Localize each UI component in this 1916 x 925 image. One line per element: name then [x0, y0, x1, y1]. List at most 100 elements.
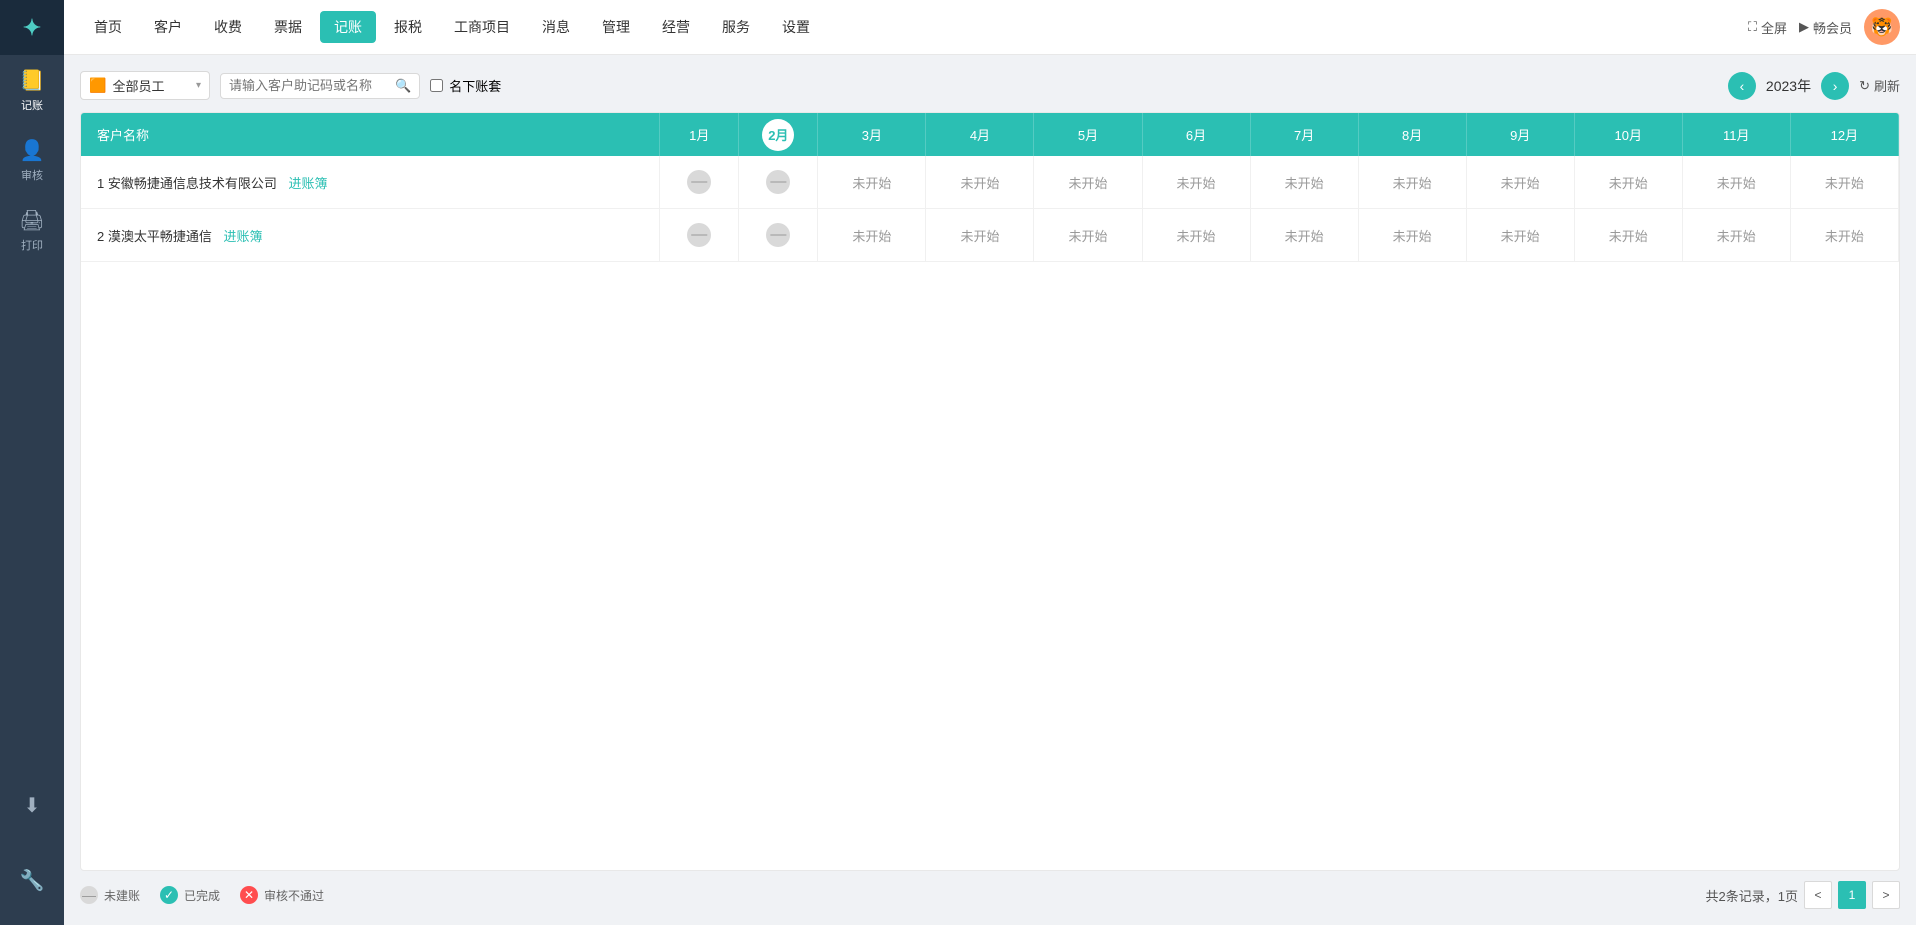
topnav-operation[interactable]: 经营: [648, 11, 704, 43]
month-cell-1[interactable]: —: [660, 156, 739, 209]
refresh-icon: ↻: [1859, 78, 1870, 94]
status-dash-icon: —: [687, 223, 711, 247]
col-m10: 10月: [1574, 113, 1682, 156]
topnav-invoice[interactable]: 票据: [260, 11, 316, 43]
next-page-button[interactable]: >: [1872, 881, 1900, 909]
month-cell-11: 未开始: [1682, 209, 1790, 262]
month-cell-6: 未开始: [1142, 156, 1250, 209]
status-not-started: 未开始: [1501, 176, 1540, 191]
support-icon: 🔧: [20, 868, 45, 893]
month-cell-1[interactable]: —: [660, 209, 739, 262]
topnav-items: 首页 客户 收费 票据 记账 报税 工商项目 消息 管理 经营 服务 设置: [80, 11, 1748, 43]
logo: ✦: [0, 0, 64, 55]
year-label: 2023年: [1766, 76, 1811, 96]
topnav-bookkeeping[interactable]: 记账: [320, 11, 376, 43]
month-cell-7: 未开始: [1250, 209, 1358, 262]
status-not-started: 未开始: [1717, 176, 1756, 191]
month-cell-3: 未开始: [818, 209, 926, 262]
col-m1: 1月: [660, 113, 739, 156]
legend-dot-red: ✕: [240, 886, 258, 904]
customer-name: 漠澳太平畅捷通信: [108, 229, 212, 244]
status-not-started: 未开始: [1177, 229, 1216, 244]
month-cell-7: 未开始: [1250, 156, 1358, 209]
topnav-tax[interactable]: 报税: [380, 11, 436, 43]
topnav-service[interactable]: 服务: [708, 11, 764, 43]
sidebar-item-audit[interactable]: 👤 审核: [0, 125, 64, 195]
col-customer-name: 客户名称: [81, 113, 660, 156]
month-cell-6: 未开始: [1142, 209, 1250, 262]
sidebar-item-print[interactable]: 🖨 打印: [0, 195, 64, 265]
table-header: 客户名称 1月 2月 3月 4月 5月 6月 7月 8月 9月 10月 11月: [81, 113, 1899, 156]
status-not-started: 未开始: [1285, 229, 1324, 244]
topnav-manage[interactable]: 管理: [588, 11, 644, 43]
status-not-started: 未开始: [1825, 229, 1864, 244]
col-m6: 6月: [1142, 113, 1250, 156]
fullscreen-button[interactable]: ⛶ 全屏: [1748, 18, 1787, 37]
legend-rejected: ✕ 审核不通过: [240, 886, 324, 904]
status-not-started: 未开始: [1068, 176, 1107, 191]
next-year-button[interactable]: ›: [1821, 72, 1849, 100]
employee-select[interactable]: 🟧 全部员工 ▾: [80, 71, 210, 100]
month-cell-9: 未开始: [1466, 156, 1574, 209]
status-not-started: 未开始: [1393, 229, 1432, 244]
year-navigation: ‹ 2023年 ›: [1728, 72, 1849, 100]
employee-label: 全部员工: [112, 76, 164, 95]
refresh-label: 刷新: [1874, 76, 1900, 95]
status-not-started: 未开始: [1609, 229, 1648, 244]
topnav-home[interactable]: 首页: [80, 11, 136, 43]
member-button[interactable]: ▶ 畅会员: [1799, 18, 1852, 37]
toolbar: 🟧 全部员工 ▾ 🔍 名下账套 ‹ 2023年 › ↻ 刷新: [80, 71, 1900, 100]
avatar[interactable]: 🐯: [1864, 9, 1900, 45]
enter-ledger-link[interactable]: 进账簿: [223, 229, 262, 244]
download-icon: ⬇: [24, 793, 41, 818]
month-cell-2[interactable]: —: [739, 209, 818, 262]
fullscreen-icon: ⛶: [1748, 19, 1757, 35]
topnav-right: ⛶ 全屏 ▶ 畅会员 🐯: [1748, 9, 1900, 45]
month-cell-10: 未开始: [1574, 156, 1682, 209]
status-not-started: 未开始: [1177, 176, 1216, 191]
topnav-customer[interactable]: 客户: [140, 11, 196, 43]
table-body: 1 安徽畅捷通信息技术有限公司 进账簿 ——未开始未开始未开始未开始未开始未开始…: [81, 156, 1899, 262]
legend-rejected-label: 审核不通过: [264, 887, 324, 904]
sidebar-item-audit-label: 审核: [21, 167, 43, 183]
enter-ledger-link[interactable]: 进账簿: [288, 176, 327, 191]
audit-icon: 👤: [20, 138, 45, 163]
account-set-checkbox[interactable]: [430, 79, 443, 92]
topnav-message[interactable]: 消息: [528, 11, 584, 43]
search-input[interactable]: [229, 78, 389, 93]
topnav-settings[interactable]: 设置: [768, 11, 824, 43]
sidebar-item-support[interactable]: 🔧: [0, 845, 64, 915]
col-m12: 12月: [1790, 113, 1898, 156]
month-cell-2[interactable]: —: [739, 156, 818, 209]
status-not-started: 未开始: [1609, 176, 1648, 191]
month-cell-4: 未开始: [926, 209, 1034, 262]
month-cell-12: 未开始: [1790, 209, 1898, 262]
sidebar-item-bookkeeping[interactable]: 📒 记账: [0, 55, 64, 125]
legend-completed: ✓ 已完成: [160, 886, 220, 904]
table-row: 2 漠澳太平畅捷通信 进账簿 — — 未开始 未开始 未开始 未开始 未开始 未开始 未开始 未开…: [81, 209, 1899, 262]
month-cell-8: 未开始: [1358, 156, 1466, 209]
prev-page-button[interactable]: <: [1804, 881, 1832, 909]
current-page-button[interactable]: 1: [1838, 881, 1866, 909]
status-not-started: 未开始: [852, 229, 891, 244]
refresh-button[interactable]: ↻ 刷新: [1859, 76, 1900, 95]
prev-year-button[interactable]: ‹: [1728, 72, 1756, 100]
topnav-business[interactable]: 工商项目: [440, 11, 524, 43]
status-not-started: 未开始: [1717, 229, 1756, 244]
member-icon: ▶: [1799, 19, 1809, 35]
main-table-container: 客户名称 1月 2月 3月 4月 5月 6月 7月 8月 9月 10月 11月: [80, 112, 1900, 871]
status-dash-icon: —: [766, 170, 790, 194]
topnav-billing[interactable]: 收费: [200, 11, 256, 43]
legend-completed-label: 已完成: [184, 887, 220, 904]
pagination: 共2条记录，1页 < 1 >: [1706, 881, 1900, 909]
month-cell-12: 未开始: [1790, 156, 1898, 209]
status-not-started: 未开始: [1501, 229, 1540, 244]
chevron-down-icon: ▾: [196, 80, 201, 91]
employee-icon: 🟧: [89, 77, 106, 94]
customer-name-cell: 2 漠澳太平畅捷通信 进账簿: [81, 209, 660, 262]
col-m9: 9月: [1466, 113, 1574, 156]
sidebar-item-download[interactable]: ⬇: [0, 770, 64, 840]
status-dash-icon: —: [766, 223, 790, 247]
account-set-filter[interactable]: 名下账套: [430, 76, 501, 95]
search-icon[interactable]: 🔍: [395, 78, 411, 94]
